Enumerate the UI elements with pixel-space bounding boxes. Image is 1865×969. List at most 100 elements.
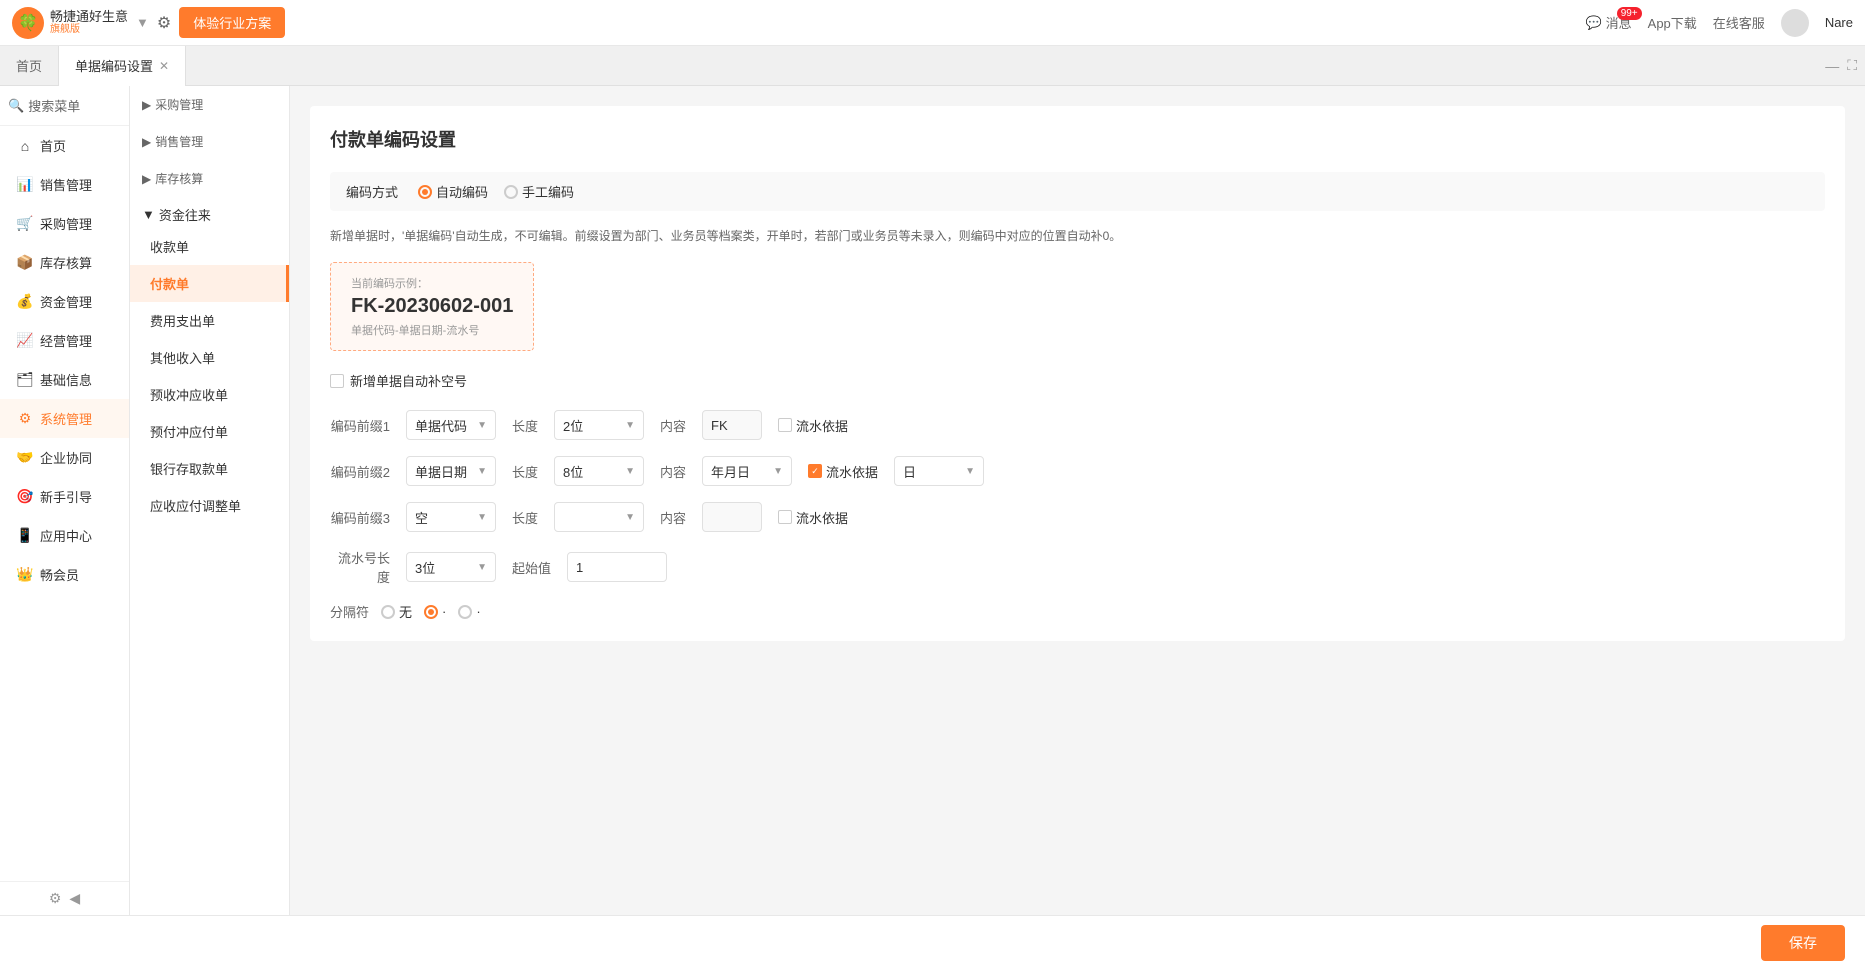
auto-fill-checkbox[interactable] <box>330 374 344 388</box>
brand-logo: 🍀 畅捷通好生意 旗舰版 <box>12 7 128 39</box>
start-value-input[interactable]: 1 <box>567 552 667 582</box>
prefix3-waterflow-checkbox <box>778 510 792 524</box>
trial-button[interactable]: 体验行业方案 <box>179 7 285 38</box>
auto-encode-radio[interactable]: 自动编码 <box>418 182 488 201</box>
content-area: 付款单编码设置 编码方式 自动编码 手工编码 新增单据时，'单据编码'自动生成，… <box>290 86 1865 915</box>
prefix2-period-select[interactable]: 日 ▼ <box>894 456 984 486</box>
nav-group-inventory-title[interactable]: ▶ 库存核算 <box>130 160 289 197</box>
separator-row: 分隔符 无 · · <box>330 602 1825 621</box>
prefix2-length-label: 长度 <box>512 462 538 481</box>
message-icon: 💬 <box>1585 15 1601 31</box>
prefix1-waterflow-check[interactable]: 流水依据 <box>778 416 848 435</box>
encode-mode-radio-group: 自动编码 手工编码 <box>418 182 574 201</box>
sidebar-item-inventory[interactable]: 📦 库存核算 <box>0 243 129 282</box>
user-name: Nare <box>1825 15 1853 30</box>
manual-encode-radio[interactable]: 手工编码 <box>504 182 574 201</box>
sidebar-item-operation[interactable]: 📈 经营管理 <box>0 321 129 360</box>
prefix3-row: 编码前缀3 空 ▼ 长度 ▼ 内容 流水依据 <box>330 502 1825 532</box>
window-controls: — ⛶ <box>1825 57 1865 74</box>
sidebar-item-basic[interactable]: 🗂 基础信息 <box>0 360 129 399</box>
app-icon: 📱 <box>16 527 34 544</box>
home-icon: ⌂ <box>16 138 34 154</box>
footer: 保存 <box>0 915 1865 969</box>
nav-item-advance-offset[interactable]: 预付冲应付单 <box>130 413 289 450</box>
sidebar-item-enterprise[interactable]: 🤝 企业协同 <box>0 438 129 477</box>
tab-close-icon[interactable]: ✕ <box>159 59 169 73</box>
nav-item-payment[interactable]: 付款单 <box>130 265 289 302</box>
settings-bottom-icon[interactable]: ⚙ <box>49 890 62 907</box>
prefix2-content-label: 内容 <box>660 462 686 481</box>
sidebar-bottom: ⚙ ◀ <box>0 881 129 915</box>
encode-mode-label: 编码方式 <box>346 182 398 201</box>
encode-mode-row: 编码方式 自动编码 手工编码 <box>330 172 1825 211</box>
prefix3-arrow-icon: ▼ <box>477 512 487 523</box>
sidebar-item-sales[interactable]: 📊 销售管理 <box>0 165 129 204</box>
maximize-icon[interactable]: ⛶ <box>1847 57 1857 74</box>
prefix2-content-arrow-icon: ▼ <box>773 466 783 477</box>
prefix1-row: 编码前缀1 单据代码 ▼ 长度 2位 ▼ 内容 FK 流水依据 <box>330 410 1825 440</box>
sidebar-item-appcenter[interactable]: 📱 应用中心 <box>0 516 129 555</box>
nav-item-bank[interactable]: 银行存取款单 <box>130 450 289 487</box>
info-text: 新增单据时，'单据编码'自动生成，不可编辑。前缀设置为部门、业务员等档案类，开单… <box>330 227 1825 246</box>
example-desc: 单据代码-单据日期-流水号 <box>351 322 513 338</box>
brand-text: 畅捷通好生意 旗舰版 <box>50 9 128 37</box>
sidebar-item-system[interactable]: ⚙ 系统管理 <box>0 399 129 438</box>
nav-group-sales-title[interactable]: ▶ 销售管理 <box>130 123 289 160</box>
online-service-link[interactable]: 在线客服 <box>1713 13 1765 32</box>
sep-dot-dot <box>424 605 438 619</box>
nav-item-receipt[interactable]: 收款单 <box>130 228 289 265</box>
nav-group-sales: ▶ 销售管理 <box>130 123 289 160</box>
topbar-right: 💬 消息 99+ App下载 在线客服 Nare <box>1585 9 1853 37</box>
avatar <box>1781 9 1809 37</box>
sidebar-item-member[interactable]: 👑 畅会员 <box>0 555 129 594</box>
prefix2-waterflow-check[interactable]: ✓ 流水依据 <box>808 462 878 481</box>
prefix2-length-select[interactable]: 8位 ▼ <box>554 456 644 486</box>
serial-row: 流水号长度 3位 ▼ 起始值 1 <box>330 548 1825 586</box>
tab-home[interactable]: 首页 <box>0 46 59 86</box>
nav-item-adjustment[interactable]: 应收应付调整单 <box>130 487 289 524</box>
sep-none-dot <box>381 605 395 619</box>
nav-arrow-icon[interactable]: ▼ <box>136 15 149 30</box>
nav-item-expense[interactable]: 费用支出单 <box>130 302 289 339</box>
serial-length-select[interactable]: 3位 ▼ <box>406 552 496 582</box>
nav-group-purchase: ▶ 采购管理 <box>130 86 289 123</box>
start-value-label: 起始值 <box>512 558 551 577</box>
nav-item-other-income[interactable]: 其他收入单 <box>130 339 289 376</box>
prefix3-length-select[interactable]: ▼ <box>554 502 644 532</box>
app-download-link[interactable]: App下载 <box>1648 13 1697 32</box>
sidebar-item-purchase[interactable]: 🛒 采购管理 <box>0 204 129 243</box>
sep-none-radio[interactable]: 无 <box>381 602 412 621</box>
prefix1-length-select[interactable]: 2位 ▼ <box>554 410 644 440</box>
prefix1-select[interactable]: 单据代码 ▼ <box>406 410 496 440</box>
tab-encode-settings[interactable]: 单据编码设置 ✕ <box>59 46 186 86</box>
prefix2-label: 编码前缀2 <box>330 462 390 481</box>
sidebar-item-finance[interactable]: 💰 资金管理 <box>0 282 129 321</box>
manual-encode-dot <box>504 185 518 199</box>
save-button[interactable]: 保存 <box>1761 925 1845 961</box>
search-menu-button[interactable]: 🔍 搜索菜单 <box>0 86 129 126</box>
auto-encode-dot <box>418 185 432 199</box>
finance-icon: 💰 <box>16 293 34 310</box>
operation-icon: 📈 <box>16 332 34 349</box>
auto-fill-label: 新增单据自动补空号 <box>350 371 467 390</box>
nav-item-prepay-offset[interactable]: 预收冲应收单 <box>130 376 289 413</box>
nav-group-capital-title[interactable]: ▼ 资金往来 <box>130 197 289 228</box>
sep-dash-radio[interactable]: · <box>458 604 480 619</box>
second-sidebar: ▶ 采购管理 ▶ 销售管理 ▶ 库存核算 ▼ 资金往来 收款单 付款单 费用支出… <box>130 86 290 915</box>
sidebar-item-home[interactable]: ⌂ 首页 <box>0 126 129 165</box>
gear-icon[interactable]: ⚙ <box>157 13 171 33</box>
sep-dot-radio[interactable]: · <box>424 604 446 619</box>
minimize-icon[interactable]: — <box>1825 58 1839 74</box>
prefix3-select[interactable]: 空 ▼ <box>406 502 496 532</box>
sidebar-item-newguide[interactable]: 🎯 新手引导 <box>0 477 129 516</box>
message-button[interactable]: 💬 消息 99+ <box>1585 13 1631 32</box>
collapse-sidebar-icon[interactable]: ◀ <box>69 890 80 907</box>
prefix2-content-select[interactable]: 年月日 ▼ <box>702 456 792 486</box>
sidebar: 🔍 搜索菜单 ⌂ 首页 📊 销售管理 🛒 采购管理 📦 库存核算 💰 资金管理 … <box>0 86 130 915</box>
nav-group-purchase-title[interactable]: ▶ 采购管理 <box>130 86 289 123</box>
prefix3-waterflow-check[interactable]: 流水依据 <box>778 508 848 527</box>
purchase-icon: 🛒 <box>16 215 34 232</box>
brand-icon: 🍀 <box>12 7 44 39</box>
prefix2-select[interactable]: 单据日期 ▼ <box>406 456 496 486</box>
page-title: 付款单编码设置 <box>330 126 1825 152</box>
